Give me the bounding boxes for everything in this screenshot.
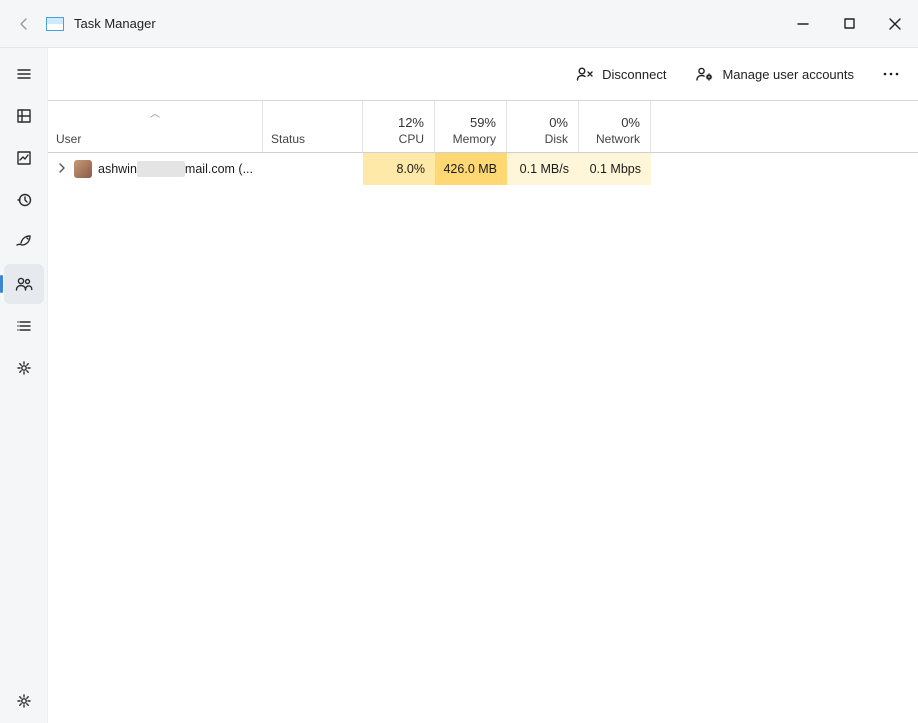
manage-users-button[interactable]: Manage user accounts (686, 60, 864, 88)
table-header: ︿ User Status 12% CPU 59% Memory 0% Disk (48, 101, 918, 153)
nav-menu-button[interactable] (4, 54, 44, 94)
network-percent: 0% (621, 115, 640, 130)
more-options-button[interactable] (874, 57, 908, 91)
window-controls (780, 0, 918, 47)
disconnect-button[interactable]: Disconnect (566, 60, 676, 88)
table-row[interactable]: ashwin mail.com (... 8.0% 426.0 MB 0.1 M… (48, 153, 918, 185)
sidebar (0, 48, 48, 723)
column-status-label: Status (271, 132, 305, 146)
toolbar: Disconnect Manage user accounts (48, 48, 918, 100)
sort-indicator-icon: ︿ (150, 105, 160, 120)
user-name: ashwin mail.com (... (98, 161, 253, 177)
column-user-label: User (56, 132, 81, 146)
column-user[interactable]: ︿ User (48, 101, 263, 152)
content-area: Disconnect Manage user accounts ︿ User S… (48, 48, 918, 723)
users-table: ︿ User Status 12% CPU 59% Memory 0% Disk (48, 100, 918, 185)
maximize-button[interactable] (826, 0, 872, 47)
column-disk[interactable]: 0% Disk (507, 101, 579, 152)
app-icon (46, 17, 64, 31)
cpu-percent: 12% (398, 115, 424, 130)
disk-percent: 0% (549, 115, 568, 130)
cell-memory: 426.0 MB (435, 153, 507, 185)
back-button[interactable] (8, 8, 40, 40)
column-memory[interactable]: 59% Memory (435, 101, 507, 152)
user-name-redacted (137, 161, 185, 177)
cell-user: ashwin mail.com (... (48, 153, 363, 185)
window-title: Task Manager (74, 16, 156, 31)
nav-users[interactable] (4, 264, 44, 304)
column-network[interactable]: 0% Network (579, 101, 651, 152)
column-status[interactable]: Status (263, 101, 363, 152)
manage-users-label: Manage user accounts (722, 67, 854, 82)
cpu-label: CPU (399, 132, 424, 146)
column-cpu[interactable]: 12% CPU (363, 101, 435, 152)
memory-label: Memory (453, 132, 496, 146)
user-name-suffix: mail.com (... (185, 162, 253, 176)
disk-label: Disk (545, 132, 568, 146)
nav-performance[interactable] (4, 138, 44, 178)
nav-details[interactable] (4, 306, 44, 346)
cell-network: 0.1 Mbps (579, 153, 651, 185)
nav-settings[interactable] (4, 681, 44, 721)
disconnect-label: Disconnect (602, 67, 666, 82)
cell-cpu: 8.0% (363, 153, 435, 185)
user-disconnect-icon (576, 66, 594, 82)
users-gear-icon (696, 66, 714, 82)
nav-processes[interactable] (4, 96, 44, 136)
nav-app-history[interactable] (4, 180, 44, 220)
memory-percent: 59% (470, 115, 496, 130)
minimize-button[interactable] (780, 0, 826, 47)
expand-caret-icon[interactable] (56, 162, 68, 176)
nav-startup[interactable] (4, 222, 44, 262)
nav-services[interactable] (4, 348, 44, 388)
network-label: Network (596, 132, 640, 146)
user-avatar (74, 160, 92, 178)
title-bar: Task Manager (0, 0, 918, 48)
user-name-prefix: ashwin (98, 162, 137, 176)
close-button[interactable] (872, 0, 918, 47)
cell-disk: 0.1 MB/s (507, 153, 579, 185)
